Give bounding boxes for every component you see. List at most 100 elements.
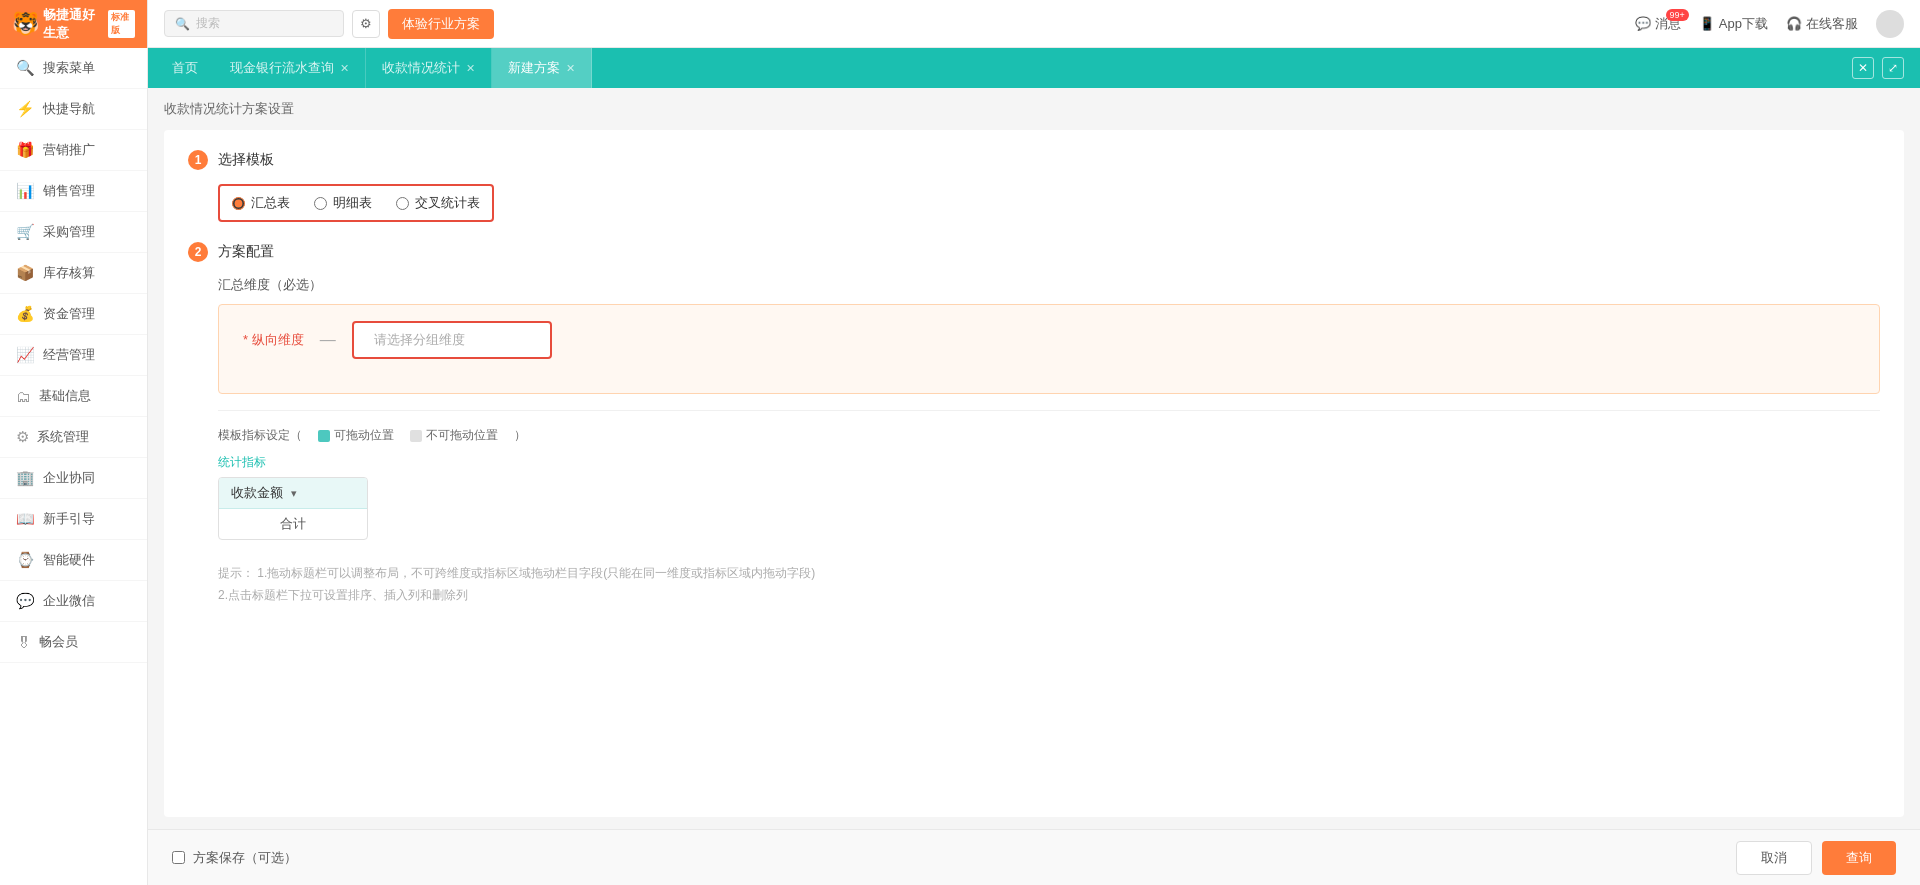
topbar-left: 🔍 搜索 ⚙ 体验行业方案 [164, 9, 1619, 39]
notification-button[interactable]: 💬 消息 99+ [1635, 15, 1681, 33]
sidebar-item-hardware[interactable]: ⌚ 智能硬件 [0, 540, 147, 581]
tab-collection-stat-label: 收款情况统计 [382, 59, 460, 77]
sidebar-item-sales[interactable]: 📊 销售管理 [0, 171, 147, 212]
marketing-icon: 🎁 [16, 141, 35, 159]
sidebar-item-base-info[interactable]: 🗂 基础信息 [0, 376, 147, 417]
dimension-input[interactable]: 请选择分组维度 [352, 321, 552, 359]
step2-section: 2 方案配置 汇总维度（必选） 纵向维度 — 请选择分组维度 [188, 242, 1880, 606]
metrics-table: 收款金额 ▾ 合计 [218, 477, 368, 540]
purchase-icon: 🛒 [16, 223, 35, 241]
sidebar-item-finance[interactable]: 💰 资金管理 [0, 294, 147, 335]
tab-bank-flow-close[interactable]: ✕ [340, 62, 349, 75]
metrics-col-body-text: 合计 [280, 516, 306, 531]
download-label: App下载 [1719, 15, 1768, 33]
radio-summary[interactable]: 汇总表 [232, 194, 290, 212]
metrics-setting-label: 模板指标设定（ [218, 427, 302, 444]
main-area: 🔍 搜索 ⚙ 体验行业方案 💬 消息 99+ 📱 App下载 🎧 在线客服 [148, 0, 1920, 885]
online-support-button[interactable]: 🎧 在线客服 [1786, 15, 1858, 33]
radio-summary-input[interactable] [232, 197, 245, 210]
sidebar-item-system[interactable]: ⚙ 系统管理 [0, 417, 147, 458]
radio-summary-label: 汇总表 [251, 194, 290, 212]
phone-icon: 📱 [1699, 16, 1715, 31]
finance-icon: 💰 [16, 305, 35, 323]
radio-detail[interactable]: 明细表 [314, 194, 372, 212]
metrics-chevron-icon[interactable]: ▾ [291, 487, 297, 500]
sidebar-item-label: 采购管理 [43, 223, 95, 241]
logo-icon: 🐯 [12, 11, 39, 37]
metrics-section: 模板指标设定（ 可拖动位置 不可拖动位置 ） 统计指标 [218, 427, 1880, 543]
tip-2: 2.点击标题栏下拉可设置排序、插入列和删除列 [218, 585, 1880, 607]
footer: 方案保存（可选） 取消 查询 [148, 829, 1920, 885]
app-download-button[interactable]: 📱 App下载 [1699, 15, 1768, 33]
step1-section: 1 选择模板 汇总表 明细表 交叉统计表 [188, 150, 1880, 222]
step1-number: 1 [188, 150, 208, 170]
user-avatar [1876, 10, 1904, 38]
sidebar-item-guide[interactable]: 📖 新手引导 [0, 499, 147, 540]
sidebar-item-label: 企业协同 [43, 469, 95, 487]
draggable-label: 可拖动位置 [334, 427, 394, 444]
step2-title: 方案配置 [218, 243, 274, 261]
close-window-button[interactable]: ✕ [1852, 57, 1874, 79]
step2-number: 2 [188, 242, 208, 262]
support-label: 在线客服 [1806, 15, 1858, 33]
search-box[interactable]: 🔍 搜索 [164, 10, 344, 37]
section-divider [218, 410, 1880, 411]
save-checkbox[interactable] [172, 851, 185, 864]
settings-card: 1 选择模板 汇总表 明细表 交叉统计表 [164, 130, 1904, 817]
tip-1: 提示： 1.拖动标题栏可以调整布局，不可跨维度或指标区域拖动栏目字段(只能在同一… [218, 563, 1880, 585]
metrics-col-header-row: 收款金额 ▾ [219, 478, 367, 509]
settings-button[interactable]: ⚙ [352, 10, 380, 38]
search-menu-icon: 🔍 [16, 59, 35, 77]
save-label: 方案保存（可选） [193, 849, 297, 867]
message-icon: 💬 [1635, 16, 1651, 31]
maximize-window-button[interactable]: ⤢ [1882, 57, 1904, 79]
sidebar-item-label: 智能硬件 [43, 551, 95, 569]
sidebar-item-marketing[interactable]: 🎁 营销推广 [0, 130, 147, 171]
sidebar-item-label: 搜索菜单 [43, 59, 95, 77]
industry-btn[interactable]: 体验行业方案 [388, 9, 494, 39]
tab-collection-stat[interactable]: 收款情况统计 ✕ [366, 48, 492, 88]
metrics-header: 模板指标设定（ 可拖动位置 不可拖动位置 ） [218, 427, 1880, 444]
dimension-title: 汇总维度（必选） [218, 276, 1880, 294]
sidebar-item-label: 企业微信 [43, 592, 95, 610]
non-draggable-tag: 不可拖动位置 [410, 427, 498, 444]
step1-header: 1 选择模板 [188, 150, 1880, 170]
footer-left: 方案保存（可选） [172, 849, 297, 867]
system-icon: ⚙ [16, 428, 29, 446]
sidebar-item-search-menu[interactable]: 🔍 搜索菜单 [0, 48, 147, 89]
sidebar-item-quick-nav[interactable]: ⚡ 快捷导航 [0, 89, 147, 130]
sidebar-item-label: 基础信息 [39, 387, 91, 405]
cancel-button[interactable]: 取消 [1736, 841, 1812, 875]
draggable-tag: 可拖动位置 [318, 427, 394, 444]
tab-new-plan-close[interactable]: ✕ [566, 62, 575, 75]
hardware-icon: ⌚ [16, 551, 35, 569]
tips-section: 提示： 1.拖动标题栏可以调整布局，不可跨维度或指标区域拖动栏目字段(只能在同一… [218, 563, 1880, 606]
sidebar-item-purchase[interactable]: 🛒 采购管理 [0, 212, 147, 253]
draggable-dot-icon [318, 430, 330, 442]
sidebar-item-label: 快捷导航 [43, 100, 95, 118]
query-button[interactable]: 查询 [1822, 841, 1896, 875]
radio-cross[interactable]: 交叉统计表 [396, 194, 480, 212]
sidebar-item-wechat[interactable]: 💬 企业微信 [0, 581, 147, 622]
arrow-icon: — [320, 331, 336, 349]
sidebar-item-vip[interactable]: 🎖 畅会员 [0, 622, 147, 663]
radio-cross-input[interactable] [396, 197, 409, 210]
radio-detail-input[interactable] [314, 197, 327, 210]
tab-bank-flow[interactable]: 现金银行流水查询 ✕ [214, 48, 366, 88]
base-info-icon: 🗂 [16, 388, 31, 405]
tab-collection-stat-close[interactable]: ✕ [466, 62, 475, 75]
tab-new-plan-label: 新建方案 [508, 59, 560, 77]
sidebar-item-enterprise[interactable]: 🏢 企业协同 [0, 458, 147, 499]
tab-home[interactable]: 首页 [156, 48, 214, 88]
radio-detail-label: 明细表 [333, 194, 372, 212]
sidebar-item-label: 畅会员 [39, 633, 78, 651]
guide-icon: 📖 [16, 510, 35, 528]
sales-icon: 📊 [16, 182, 35, 200]
inventory-icon: 📦 [16, 264, 35, 282]
sidebar-item-label: 经营管理 [43, 346, 95, 364]
headset-icon: 🎧 [1786, 16, 1802, 31]
breadcrumb: 收款情况统计方案设置 [164, 100, 1904, 118]
sidebar-item-operations[interactable]: 📈 经营管理 [0, 335, 147, 376]
sidebar-item-inventory[interactable]: 📦 库存核算 [0, 253, 147, 294]
tab-new-plan[interactable]: 新建方案 ✕ [492, 48, 592, 88]
